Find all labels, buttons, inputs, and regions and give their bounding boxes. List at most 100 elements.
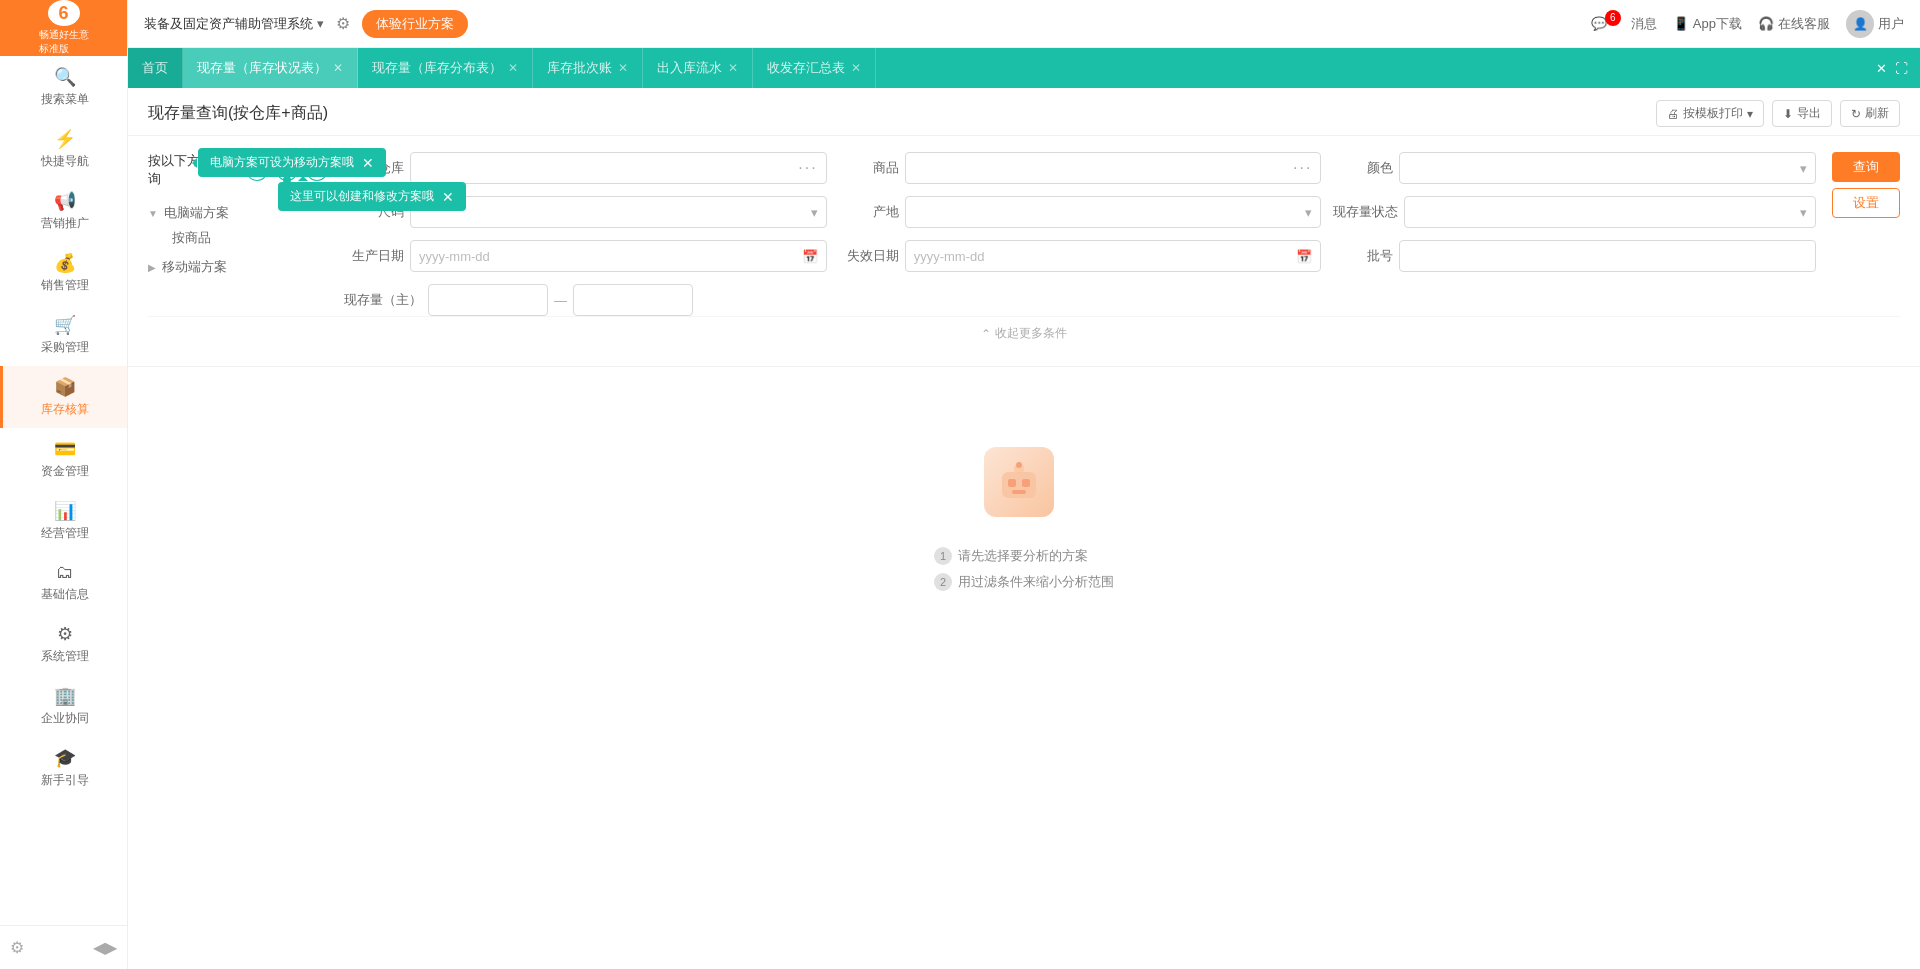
scheme-item[interactable]: 按商品 <box>148 226 328 250</box>
expand-arrow-icon: ▶ <box>148 262 156 273</box>
tab-close-icon[interactable]: ✕ <box>618 61 628 75</box>
sidebar-item-marketing[interactable]: 📢 营销推广 <box>0 180 127 242</box>
sidebar-item-system[interactable]: ⚙ 系统管理 <box>0 613 127 675</box>
sidebar-item-label: 采购管理 <box>41 339 89 356</box>
collapse-bar[interactable]: ⌃ 收起更多条件 <box>148 316 1900 350</box>
sidebar-item-basic[interactable]: 🗂 基础信息 <box>0 552 127 613</box>
svg-rect-0 <box>1002 472 1036 498</box>
filter-row-2: 尺码 ▾ 产地 ▾ <box>344 196 1816 228</box>
export-button[interactable]: ⬇ 导出 <box>1772 100 1832 127</box>
content-area: 现存量查询(按仓库+商品) 🖨 按模板打印 ▾ ⬇ 导出 ↻ 刷新 <box>128 88 1920 969</box>
empty-illustration <box>984 447 1064 527</box>
scheme-list: ▼ 电脑端方案 按商品 ▶ 移动端方案 <box>148 200 328 280</box>
refresh-button[interactable]: ↻ 刷新 <box>1840 100 1900 127</box>
user-label: 用户 <box>1878 15 1904 33</box>
tab-recv-send[interactable]: 收发存汇总表 ✕ <box>753 48 876 88</box>
print-button[interactable]: 🖨 按模板打印 ▾ <box>1656 100 1764 127</box>
logo-icon: 6 <box>48 0 80 26</box>
tab-maximize-icon[interactable]: ⛶ <box>1895 61 1908 76</box>
hint-num-1: 1 <box>934 547 952 565</box>
tab-bar: 首页 现存量（库存状况表） ✕ 现存量（库存分布表） ✕ 库存批次账 ✕ 出入库… <box>128 48 1920 88</box>
system-name: 装备及固定资产辅助管理系统 <box>144 15 313 33</box>
app-download-item[interactable]: 📱 App下载 <box>1673 15 1742 33</box>
hint-text-2: 用过滤条件来缩小分析范围 <box>958 573 1114 591</box>
stock-qty-range: — <box>428 284 1816 316</box>
tab-close-icon[interactable]: ✕ <box>333 61 343 75</box>
filter-cell-goods: 商品 ··· <box>839 152 1322 184</box>
sidebar-item-label: 搜索菜单 <box>41 91 89 108</box>
notice-label: 消息 <box>1631 15 1657 33</box>
sidebar-item-purchase[interactable]: 🛒 采购管理 <box>0 304 127 366</box>
tooltip2-close-icon[interactable]: ✕ <box>442 189 454 205</box>
user-item[interactable]: 👤 用户 <box>1846 10 1904 38</box>
header-left: 装备及固定资产辅助管理系统 ▾ ⚙ 体验行业方案 <box>144 10 468 38</box>
stock-qty-max[interactable] <box>573 284 693 316</box>
online-support-item[interactable]: 🎧 在线客服 <box>1758 15 1830 33</box>
sidebar-item-search[interactable]: 🔍 搜索菜单 <box>0 56 127 118</box>
search-button[interactable]: 查询 <box>1832 152 1900 182</box>
scheme-group-mobile-header[interactable]: ▶ 移动端方案 <box>148 254 328 280</box>
support-icon: 🎧 <box>1758 16 1774 31</box>
expire-date-input[interactable]: yyyy-mm-dd 📅 <box>905 240 1322 272</box>
filter-cell-warehouse: 按仓库 ··· <box>344 152 827 184</box>
tab-home[interactable]: 首页 <box>128 48 183 88</box>
color-select[interactable]: ▾ <box>1399 152 1816 184</box>
sidebar-item-label: 快捷导航 <box>41 153 89 170</box>
collapse-icon[interactable]: ◀▶ <box>93 938 117 957</box>
origin-select[interactable]: ▾ <box>905 196 1322 228</box>
tooltip-close-icon[interactable]: ✕ <box>362 155 374 171</box>
hint-text-1: 请先选择要分析的方案 <box>958 547 1088 565</box>
size-select[interactable]: ▾ <box>410 196 827 228</box>
tab-close-all-icon[interactable]: ✕ <box>1876 61 1887 76</box>
inventory-icon: 📦 <box>54 376 76 398</box>
sidebar-item-label: 新手引导 <box>41 772 89 789</box>
empty-hints: 1 请先选择要分析的方案 2 用过滤条件来缩小分析范围 <box>934 547 1114 599</box>
chevron-down-icon: ▾ <box>317 16 324 31</box>
trial-button[interactable]: 体验行业方案 <box>362 10 468 38</box>
phone-icon: 📱 <box>1673 16 1689 31</box>
tab-inout-flow[interactable]: 出入库流水 ✕ <box>643 48 753 88</box>
tab-close-icon[interactable]: ✕ <box>728 61 738 75</box>
notice-item[interactable]: 💬 6 消息 <box>1591 15 1657 33</box>
app-name: 畅通好生意 标准版 <box>39 28 89 56</box>
filter-cell-origin: 产地 ▾ <box>839 196 1322 228</box>
filter-cell-produce-date: 生产日期 yyyy-mm-dd 📅 <box>344 240 827 272</box>
reset-button[interactable]: 设置 <box>1832 188 1900 218</box>
quick-nav-icon: ⚡ <box>54 128 76 150</box>
guide-icon: 🎓 <box>54 747 76 769</box>
tab-inventory-status[interactable]: 现存量（库存状况表） ✕ <box>183 48 358 88</box>
produce-date-placeholder: yyyy-mm-dd <box>419 249 490 264</box>
batch-input[interactable] <box>1399 240 1816 272</box>
operations-icon: 📊 <box>54 500 76 522</box>
sidebar-item-inventory[interactable]: 📦 库存核算 <box>0 366 127 428</box>
filter-fields-area: 按仓库 ··· 商品 ··· <box>344 152 1900 316</box>
tab-close-icon[interactable]: ✕ <box>508 61 518 75</box>
sidebar-item-enterprise[interactable]: 🏢 企业协同 <box>0 675 127 737</box>
stock-qty-min[interactable] <box>428 284 548 316</box>
sidebar-item-label: 经营管理 <box>41 525 89 542</box>
warehouse-select[interactable]: ··· <box>410 152 827 184</box>
sidebar-item-sales[interactable]: 💰 销售管理 <box>0 242 127 304</box>
tab-inventory-dist[interactable]: 现存量（库存分布表） ✕ <box>358 48 533 88</box>
sidebar-item-operations[interactable]: 📊 经营管理 <box>0 490 127 552</box>
scheme-group-label: 电脑端方案 <box>164 204 229 222</box>
system-name-select[interactable]: 装备及固定资产辅助管理系统 ▾ <box>144 15 324 33</box>
batch-label: 批号 <box>1333 247 1393 265</box>
sidebar-item-quicknav[interactable]: ⚡ 快捷导航 <box>0 118 127 180</box>
stock-status-select[interactable]: ▾ <box>1404 196 1816 228</box>
scheme-panel: 按以下方案查询 + ✎ ← 电脑方案可设为移动方案哦 ✕ <box>148 152 328 316</box>
filter-cell-stock-status: 现存量状态 ▾ <box>1333 196 1816 228</box>
svg-rect-1 <box>1008 479 1016 487</box>
tab-close-icon[interactable]: ✕ <box>851 61 861 75</box>
header-settings-icon[interactable]: ⚙ <box>336 14 350 33</box>
settings-icon[interactable]: ⚙ <box>10 938 24 957</box>
notice-badge: 6 <box>1605 10 1621 26</box>
robot-icon <box>984 447 1054 517</box>
produce-date-input[interactable]: yyyy-mm-dd 📅 <box>410 240 827 272</box>
goods-select[interactable]: ··· <box>905 152 1322 184</box>
tab-bar-end: ✕ ⛶ <box>1876 61 1920 76</box>
finance-icon: 💳 <box>54 438 76 460</box>
tab-batch-account[interactable]: 库存批次账 ✕ <box>533 48 643 88</box>
sidebar-item-guide[interactable]: 🎓 新手引导 <box>0 737 127 799</box>
sidebar-item-finance[interactable]: 💳 资金管理 <box>0 428 127 490</box>
